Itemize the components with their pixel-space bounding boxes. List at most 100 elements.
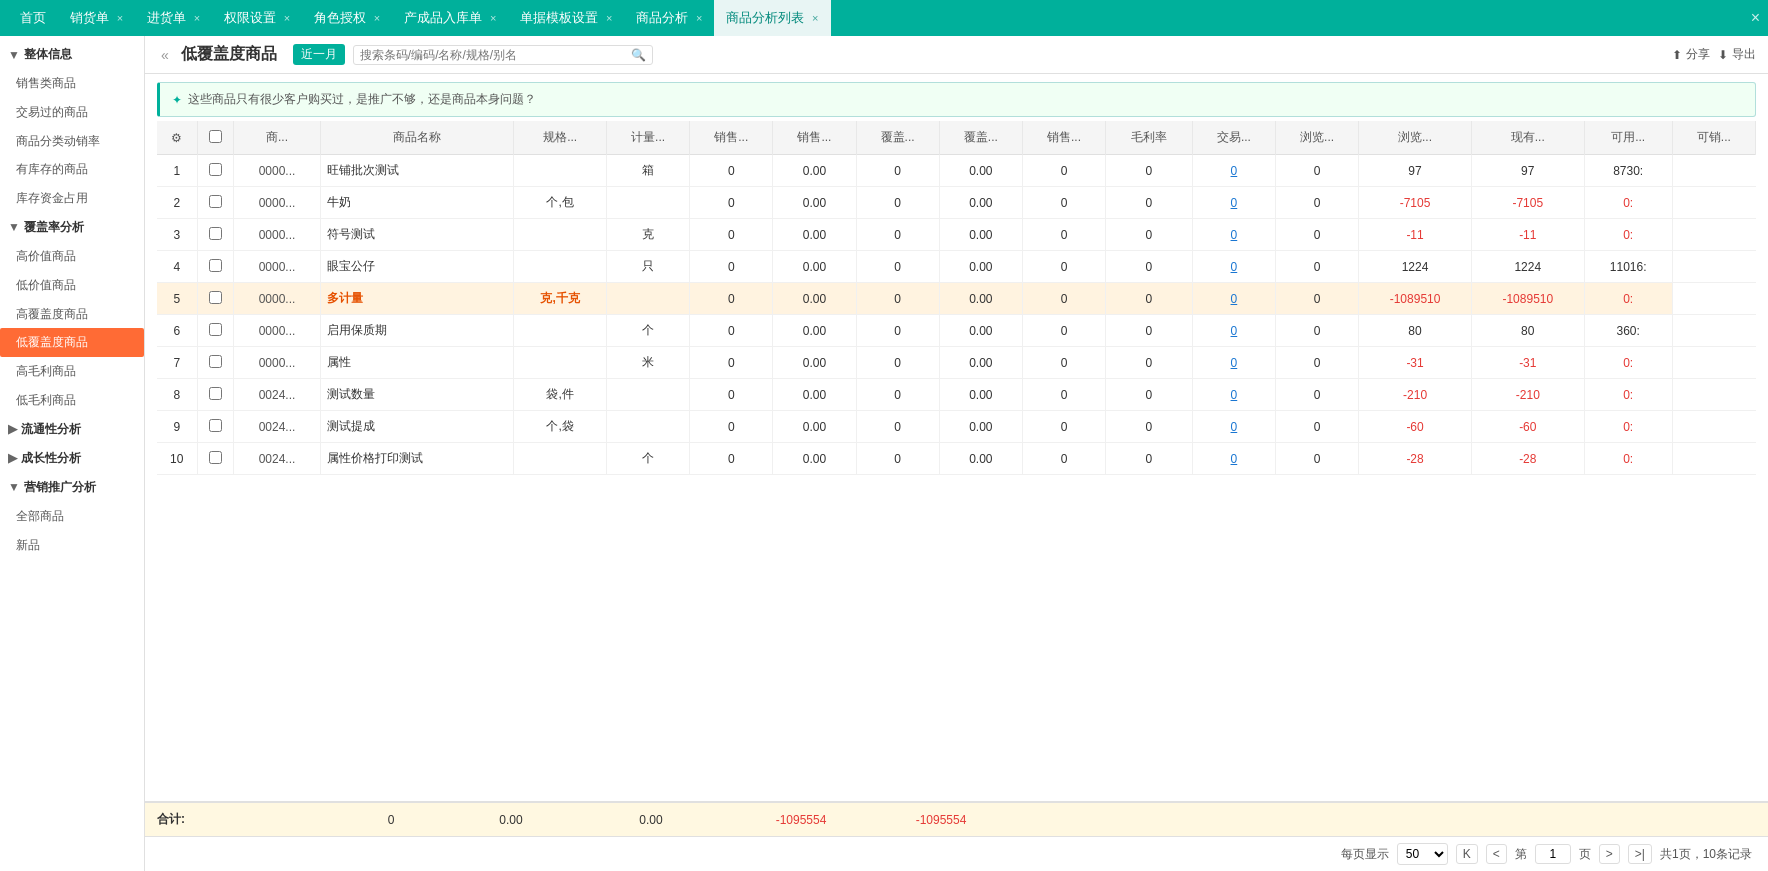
- col-code[interactable]: 商...: [233, 121, 321, 155]
- col-name[interactable]: 商品名称: [321, 121, 514, 155]
- col-sales2[interactable]: 销售...: [773, 121, 856, 155]
- row-checkbox-cell[interactable]: [197, 347, 233, 379]
- search-icon[interactable]: 🔍: [631, 48, 646, 62]
- nav-item-roles[interactable]: 角色授权 ×: [302, 0, 392, 36]
- nav-item-sales[interactable]: 销货单 ×: [58, 0, 135, 36]
- sidebar-section-flow[interactable]: ▶ 流通性分析: [0, 415, 144, 444]
- sidebar-item-traded-products[interactable]: 交易过的商品: [0, 98, 144, 127]
- nav-item-home[interactable]: 首页: [8, 0, 58, 36]
- sidebar-item-high-coverage[interactable]: 高覆盖度商品: [0, 300, 144, 329]
- row-checkbox-cell[interactable]: [197, 411, 233, 443]
- transactions[interactable]: 0: [1192, 283, 1275, 315]
- transactions[interactable]: 0: [1192, 155, 1275, 187]
- sidebar-item-category-rate[interactable]: 商品分类动销率: [0, 127, 144, 156]
- row-checkbox[interactable]: [209, 195, 222, 208]
- sidebar-item-all-products[interactable]: 全部商品: [0, 502, 144, 531]
- sidebar-item-low-profit[interactable]: 低毛利商品: [0, 386, 144, 415]
- sidebar-item-new-products[interactable]: 新品: [0, 531, 144, 560]
- transactions[interactable]: 0: [1192, 251, 1275, 283]
- filter-tab-month[interactable]: 近一月: [293, 44, 345, 65]
- prev-page-button[interactable]: <: [1486, 844, 1507, 864]
- row-checkbox-cell[interactable]: [197, 251, 233, 283]
- row-checkbox-cell[interactable]: [197, 315, 233, 347]
- sidebar-section-marketing[interactable]: ▼ 营销推广分析: [0, 473, 144, 502]
- row-checkbox[interactable]: [209, 419, 222, 432]
- last-page-button[interactable]: >|: [1628, 844, 1652, 864]
- sidebar-section-coverage[interactable]: ▼ 覆盖率分析: [0, 213, 144, 242]
- row-checkbox-cell[interactable]: [197, 443, 233, 475]
- transaction-link[interactable]: 0: [1231, 324, 1238, 338]
- nav-item-permissions[interactable]: 权限设置 ×: [212, 0, 302, 36]
- nav-close-permissions[interactable]: ×: [284, 12, 290, 24]
- nav-close-purchase[interactable]: ×: [194, 12, 200, 24]
- row-checkbox[interactable]: [209, 163, 222, 176]
- transaction-link[interactable]: 0: [1231, 260, 1238, 274]
- transactions[interactable]: 0: [1192, 187, 1275, 219]
- col-gross-rate[interactable]: 毛利率: [1106, 121, 1193, 155]
- col-unit[interactable]: 计量...: [606, 121, 689, 155]
- nav-close-template[interactable]: ×: [606, 12, 612, 24]
- row-checkbox[interactable]: [209, 355, 222, 368]
- sidebar-item-sales-products[interactable]: 销售类商品: [0, 69, 144, 98]
- window-close-button[interactable]: ×: [1751, 9, 1760, 27]
- sidebar-item-low-value[interactable]: 低价值商品: [0, 271, 144, 300]
- nav-item-purchase[interactable]: 进货单 ×: [135, 0, 212, 36]
- col-checkbox[interactable]: [197, 121, 233, 155]
- nav-close-roles[interactable]: ×: [374, 12, 380, 24]
- col-sellable[interactable]: 可销...: [1672, 121, 1755, 155]
- page-size-select[interactable]: 50 100 200: [1397, 843, 1448, 865]
- row-checkbox-cell[interactable]: [197, 219, 233, 251]
- col-available[interactable]: 可用...: [1584, 121, 1672, 155]
- transactions[interactable]: 0: [1192, 347, 1275, 379]
- transaction-link[interactable]: 0: [1231, 164, 1238, 178]
- row-checkbox[interactable]: [209, 227, 222, 240]
- col-views1[interactable]: 浏览...: [1275, 121, 1358, 155]
- transactions[interactable]: 0: [1192, 219, 1275, 251]
- search-input[interactable]: [360, 48, 627, 62]
- first-page-button[interactable]: K: [1456, 844, 1478, 864]
- nav-close-sales[interactable]: ×: [117, 12, 123, 24]
- sidebar-section-overall[interactable]: ▼ 整体信息: [0, 40, 144, 69]
- col-coverage1[interactable]: 覆盖...: [856, 121, 939, 155]
- transaction-link[interactable]: 0: [1231, 388, 1238, 402]
- col-sales1[interactable]: 销售...: [690, 121, 773, 155]
- sidebar-item-low-coverage[interactable]: 低覆盖度商品: [0, 328, 144, 357]
- col-coverage2[interactable]: 覆盖...: [939, 121, 1022, 155]
- nav-close-analysis-list[interactable]: ×: [812, 12, 818, 24]
- col-views2[interactable]: 浏览...: [1359, 121, 1472, 155]
- settings-icon[interactable]: ⚙: [171, 131, 182, 145]
- row-checkbox[interactable]: [209, 323, 222, 336]
- nav-close-analysis[interactable]: ×: [696, 12, 702, 24]
- col-transactions[interactable]: 交易...: [1192, 121, 1275, 155]
- col-spec[interactable]: 规格...: [514, 121, 607, 155]
- row-checkbox[interactable]: [209, 291, 222, 304]
- next-page-button[interactable]: >: [1599, 844, 1620, 864]
- col-settings[interactable]: ⚙: [157, 121, 197, 155]
- row-checkbox[interactable]: [209, 451, 222, 464]
- row-checkbox-cell[interactable]: [197, 283, 233, 315]
- nav-item-template[interactable]: 单据模板设置 ×: [508, 0, 624, 36]
- select-all-checkbox[interactable]: [209, 130, 222, 143]
- nav-item-analysis-list[interactable]: 商品分析列表 ×: [714, 0, 830, 36]
- transactions[interactable]: 0: [1192, 443, 1275, 475]
- export-button[interactable]: ⬇ 导出: [1718, 46, 1756, 63]
- col-sales3[interactable]: 销售...: [1022, 121, 1105, 155]
- nav-item-product-entry[interactable]: 产成品入库单 ×: [392, 0, 508, 36]
- transaction-link[interactable]: 0: [1231, 420, 1238, 434]
- sidebar-item-high-profit[interactable]: 高毛利商品: [0, 357, 144, 386]
- sidebar-item-in-stock[interactable]: 有库存的商品: [0, 155, 144, 184]
- sidebar-collapse-button[interactable]: «: [157, 45, 173, 65]
- row-checkbox-cell[interactable]: [197, 155, 233, 187]
- nav-close-product-entry[interactable]: ×: [490, 12, 496, 24]
- transactions[interactable]: 0: [1192, 315, 1275, 347]
- transaction-link[interactable]: 0: [1231, 452, 1238, 466]
- share-button[interactable]: ⬆ 分享: [1672, 46, 1710, 63]
- transactions[interactable]: 0: [1192, 411, 1275, 443]
- sidebar-section-growth[interactable]: ▶ 成长性分析: [0, 444, 144, 473]
- transaction-link[interactable]: 0: [1231, 356, 1238, 370]
- page-number-input[interactable]: [1535, 844, 1571, 864]
- transactions[interactable]: 0: [1192, 379, 1275, 411]
- sidebar-item-high-value[interactable]: 高价值商品: [0, 242, 144, 271]
- row-checkbox-cell[interactable]: [197, 379, 233, 411]
- transaction-link[interactable]: 0: [1231, 292, 1238, 306]
